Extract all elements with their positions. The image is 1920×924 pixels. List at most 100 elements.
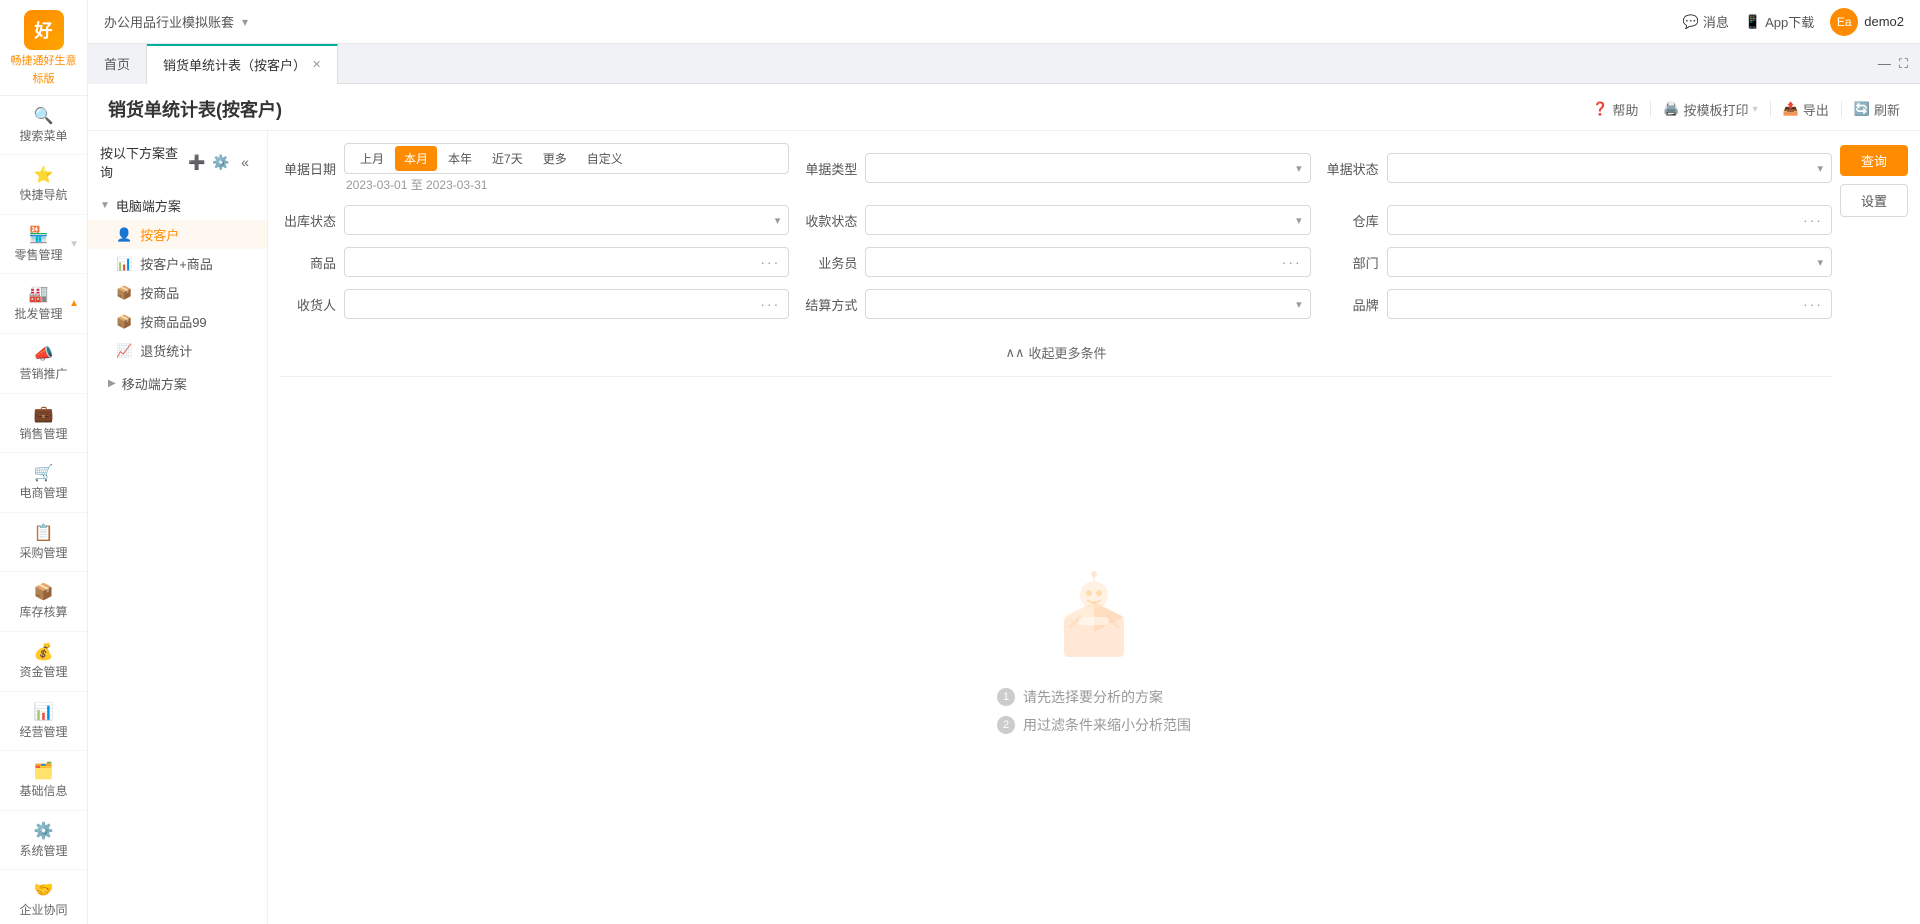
out-status-label: 出库状态 xyxy=(280,211,336,230)
app-download-button[interactable]: 📱 App下载 xyxy=(1745,12,1814,31)
settlement-select[interactable]: ▾ xyxy=(865,289,1310,319)
tab-home[interactable]: 首页 xyxy=(88,44,147,84)
department-select[interactable]: ▾ xyxy=(1387,247,1832,277)
date-btn-this-year[interactable]: 本年 xyxy=(439,146,481,171)
sidebar-item-retail[interactable]: 🏪 零售管理 ▼ xyxy=(0,215,87,275)
scheme-settings-button[interactable]: ⚙️ xyxy=(211,152,231,172)
topbar-title: 办公用品行业模拟账套 xyxy=(104,12,234,31)
desktop-group-label: 电脑端方案 xyxy=(116,196,181,215)
tab-close-icon[interactable]: ✕ xyxy=(312,58,321,71)
warehouse-select[interactable]: ··· xyxy=(1387,205,1832,235)
sidebar-retail-label: 零售管理 xyxy=(15,248,63,264)
scheme-collapse-button[interactable]: « xyxy=(235,152,255,172)
department-filter-row: 部门 ▾ xyxy=(1323,247,1832,277)
receive-status-label: 收款状态 xyxy=(801,211,857,230)
sidebar-item-wholesale[interactable]: 🏭 批发管理 ▲ xyxy=(0,274,87,334)
out-status-select[interactable]: ▾ xyxy=(344,205,789,235)
scheme-add-button[interactable]: ➕ xyxy=(187,152,207,172)
tab-sales-stat[interactable]: 销货单统计表（按客户） ✕ xyxy=(147,44,338,84)
sidebar-basic-label: 基础信息 xyxy=(19,784,67,800)
sidebar-item-system[interactable]: ⚙️ 系统管理 xyxy=(0,811,87,871)
messages-button[interactable]: 💬 消息 xyxy=(1683,12,1729,31)
date-btn-custom[interactable]: 自定义 xyxy=(578,146,632,171)
brand-select[interactable]: ··· xyxy=(1387,289,1832,319)
bill-type-select[interactable]: ▾ xyxy=(865,153,1310,183)
sidebar-item-basic[interactable]: 🗂️ 基础信息 xyxy=(0,751,87,811)
scheme-item-product99[interactable]: 📦 按商品品99 xyxy=(88,307,267,336)
sidebar-logo: 好 畅捷通好生意 标版 xyxy=(0,0,87,96)
content-area: 销货单统计表(按客户) ❓ 帮助 🖨️ 按模板打印 ▾ 📤 导出 xyxy=(88,84,1920,924)
scheme-item-return[interactable]: 📈 退货统计 xyxy=(88,336,267,365)
sidebar-item-sales[interactable]: 💼 销售管理 xyxy=(0,394,87,454)
purchase-icon: 📋 xyxy=(34,523,54,543)
operations-icon: 📊 xyxy=(34,702,54,722)
sidebar-sales-label: 销售管理 xyxy=(19,427,67,443)
scheme-group-desktop-header[interactable]: ▼ 电脑端方案 xyxy=(88,191,267,220)
scheme-header-label: 按以下方案查询 xyxy=(100,143,187,181)
scheme-item-product[interactable]: 📦 按商品 xyxy=(88,278,267,307)
product-select[interactable]: ··· xyxy=(344,247,789,277)
divider1 xyxy=(1650,101,1651,117)
scheme-group-mobile-header[interactable]: ▶ 移动端方案 xyxy=(88,369,267,398)
salesperson-select[interactable]: ··· xyxy=(865,247,1310,277)
date-btn-this-month[interactable]: 本月 xyxy=(395,146,437,171)
settings-button[interactable]: 设置 xyxy=(1840,184,1908,217)
topbar-right: 💬 消息 📱 App下载 Ea demo2 xyxy=(1683,8,1904,36)
date-btn-more[interactable]: 更多 xyxy=(534,146,576,171)
retail-arrow-icon: ▼ xyxy=(69,239,79,250)
sales-icon: 💼 xyxy=(34,404,54,424)
app-download-label: App下载 xyxy=(1765,12,1814,31)
sidebar-item-operations[interactable]: 📊 经营管理 xyxy=(0,692,87,752)
sidebar-operations-label: 经营管理 xyxy=(19,725,67,741)
page-actions: ❓ 帮助 🖨️ 按模板打印 ▾ 📤 导出 🔄 刷新 xyxy=(1592,100,1900,119)
print-button[interactable]: 🖨️ 按模板打印 ▾ xyxy=(1663,100,1757,119)
page-title: 销货单统计表(按客户) xyxy=(108,96,282,122)
tab-expand-area: — ⛶ xyxy=(1866,56,1920,72)
sidebar-ecommerce-label: 电商管理 xyxy=(19,486,67,502)
user-menu[interactable]: Ea demo2 xyxy=(1830,8,1904,36)
receiver-filter-row: 收货人 ··· xyxy=(280,289,789,319)
collapse-label: 收起更多条件 xyxy=(1029,343,1107,362)
tab-minimize-icon[interactable]: — xyxy=(1878,56,1891,71)
customer-product-icon: 📊 xyxy=(116,256,132,272)
scheme-item-product99-label: 按商品品99 xyxy=(140,312,206,331)
receiver-select[interactable]: ··· xyxy=(344,289,789,319)
messages-label: 消息 xyxy=(1703,12,1729,31)
salesperson-label: 业务员 xyxy=(801,253,857,272)
sidebar-item-ecommerce[interactable]: 🛒 电商管理 xyxy=(0,453,87,513)
sidebar-item-finance[interactable]: 💰 资金管理 xyxy=(0,632,87,692)
refresh-button[interactable]: 🔄 刷新 xyxy=(1854,100,1900,119)
enterprise-icon: 🤝 xyxy=(34,880,54,900)
sidebar-item-inventory[interactable]: 📦 库存核算 xyxy=(0,572,87,632)
receive-status-select[interactable]: ▾ xyxy=(865,205,1310,235)
brand-label: 品牌 xyxy=(1323,295,1379,314)
date-btn-last7[interactable]: 近7天 xyxy=(483,146,532,171)
sidebar-item-enterprise[interactable]: 🤝 企业协同 xyxy=(0,870,87,924)
sidebar-item-search[interactable]: 🔍 搜索菜单 xyxy=(0,96,87,156)
salesperson-filter-row: 业务员 ··· xyxy=(801,247,1310,277)
sidebar-item-purchase[interactable]: 📋 采购管理 xyxy=(0,513,87,573)
product-label: 商品 xyxy=(280,253,336,272)
filter-row-2: 出库状态 ▾ 收款状态 xyxy=(280,205,1832,235)
empty-tip-1: 1 请先选择要分析的方案 xyxy=(997,687,1191,707)
logo-icon: 好 xyxy=(24,10,64,50)
query-button[interactable]: 查询 xyxy=(1840,145,1908,176)
sidebar-wholesale-label: 批发管理 xyxy=(15,307,63,323)
department-arrow-icon: ▾ xyxy=(1817,256,1823,269)
warehouse-dots-icon: ··· xyxy=(1803,212,1823,228)
bill-status-select[interactable]: ▾ xyxy=(1387,153,1832,183)
export-button[interactable]: 📤 导出 xyxy=(1783,100,1829,119)
tab-fullscreen-icon[interactable]: ⛶ xyxy=(1899,56,1908,72)
sidebar-item-marketing[interactable]: 📣 营销推广 xyxy=(0,334,87,394)
receive-status-arrow-icon: ▾ xyxy=(1296,214,1302,227)
help-button[interactable]: ❓ 帮助 xyxy=(1592,100,1638,119)
scheme-item-customer-product[interactable]: 📊 按客户+商品 xyxy=(88,249,267,278)
sidebar-item-quicknav[interactable]: ⭐ 快捷导航 xyxy=(0,155,87,215)
basic-icon: 🗂️ xyxy=(34,761,54,781)
date-btn-last-month[interactable]: 上月 xyxy=(351,146,393,171)
sidebar-marketing-label: 营销推广 xyxy=(19,367,67,383)
salesperson-dots-icon: ··· xyxy=(1282,254,1302,270)
scheme-item-by-customer[interactable]: 👤 按客户 xyxy=(88,220,267,249)
scheme-header-icons: ➕ ⚙️ « xyxy=(187,152,255,172)
collapse-button[interactable]: ∧∧ 收起更多条件 xyxy=(999,337,1112,368)
